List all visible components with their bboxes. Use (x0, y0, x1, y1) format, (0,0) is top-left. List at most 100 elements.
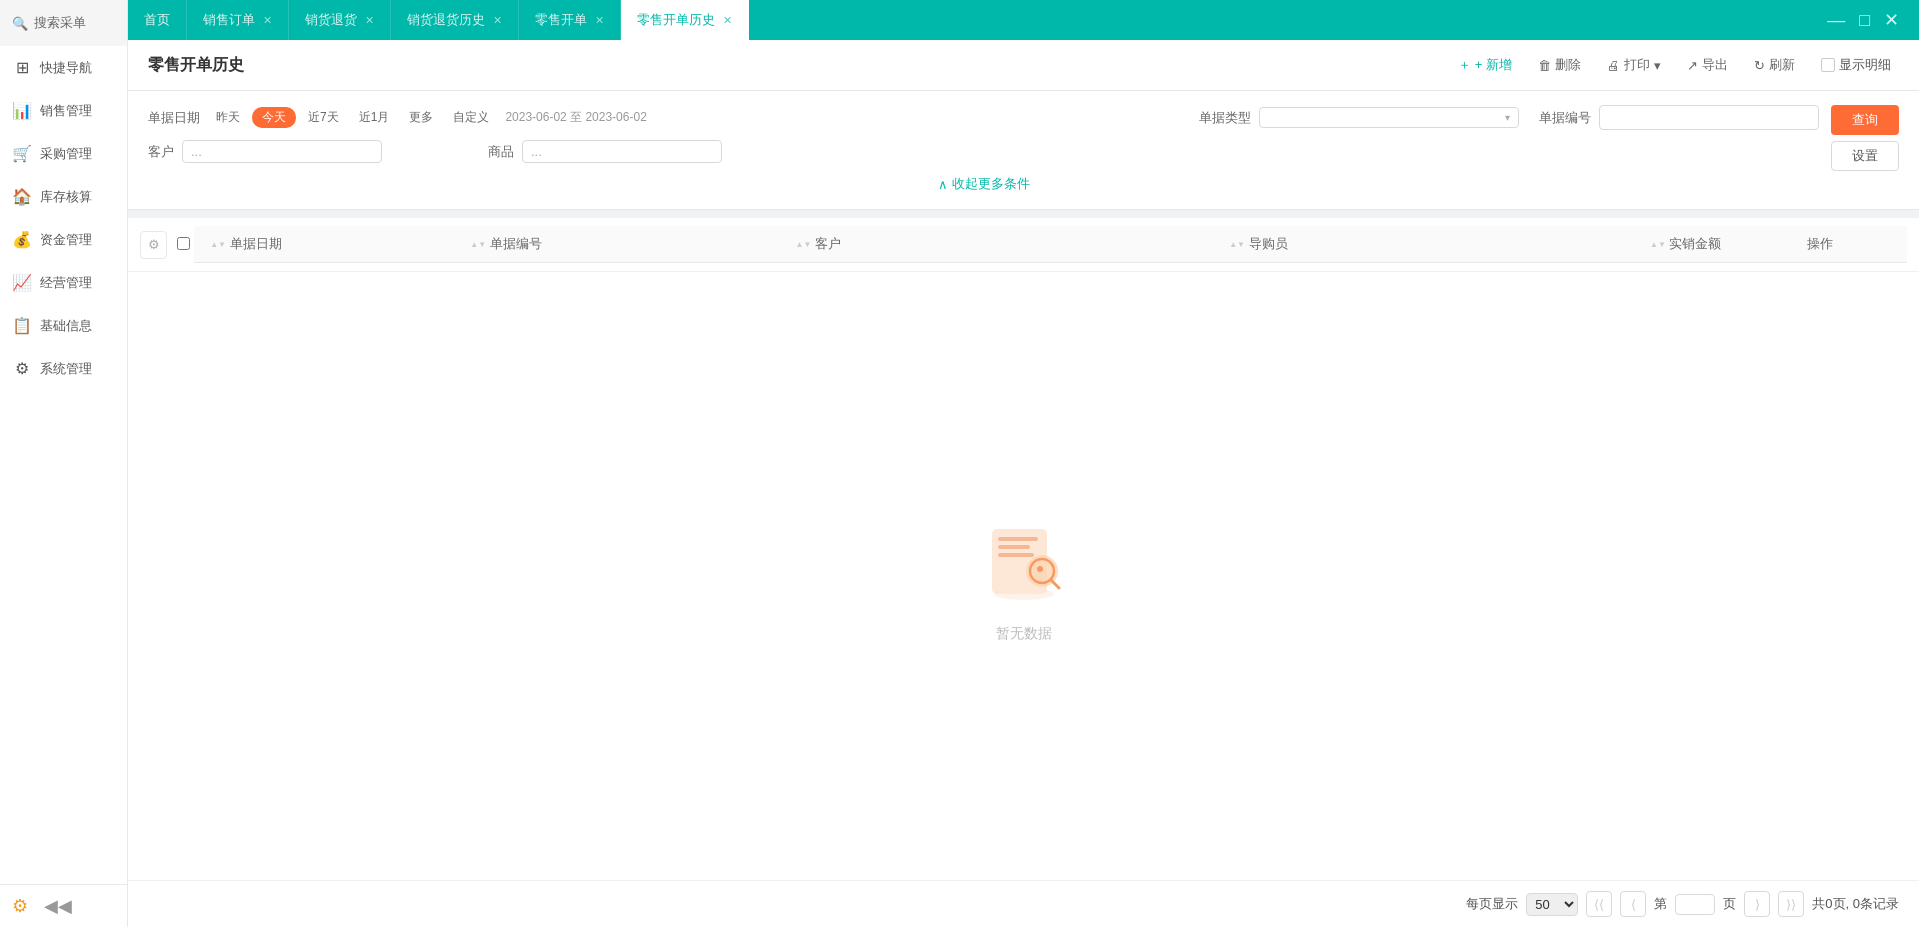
sidebar-item-purchase[interactable]: 🛒 采购管理 (0, 132, 127, 175)
settings-icon[interactable]: ⚙ (12, 895, 28, 917)
sidebar-item-basic-info[interactable]: 📋 基础信息 (0, 304, 127, 347)
filter-group-num: 单据编号 (1539, 105, 1819, 130)
main-area: 首页 销售订单 ✕ 销货退货 ✕ 销货退货历史 ✕ 零售开单 ✕ 零售开单历史 … (128, 0, 1919, 927)
export-icon: ↗ (1687, 58, 1698, 73)
tab-sales-return-hist[interactable]: 销货退货历史 ✕ (391, 0, 519, 40)
window-close-btn[interactable]: ✕ (1880, 9, 1903, 31)
num-input[interactable] (1599, 105, 1819, 130)
tab-close-icon[interactable]: ✕ (723, 14, 732, 27)
customer-filter-label: 客户 (148, 143, 174, 161)
col-customer-label: 客户 (815, 236, 841, 251)
last-page-btn[interactable]: ⟩⟩ (1778, 891, 1804, 917)
delete-label: 删除 (1555, 56, 1581, 74)
add-button[interactable]: ＋ + 新增 (1450, 52, 1520, 78)
date-pill-today[interactable]: 今天 (252, 107, 296, 128)
add-label: + 新增 (1475, 56, 1512, 74)
sidebar-item-inventory[interactable]: 🏠 库存核算 (0, 175, 127, 218)
show-detail-toggle[interactable]: 显示明细 (1813, 52, 1899, 78)
page-title: 零售开单历史 (148, 55, 244, 88)
select-all-checkbox[interactable] (177, 237, 190, 250)
tab-sales-order[interactable]: 销售订单 ✕ (187, 0, 289, 40)
empty-text: 暂无数据 (996, 625, 1052, 643)
print-button[interactable]: 🖨 打印 ▾ (1599, 52, 1669, 78)
date-pills: 昨天 今天 近7天 近1月 更多 自定义 2023-06-02 至 2023-0… (208, 107, 647, 128)
refresh-button[interactable]: ↻ 刷新 (1746, 52, 1803, 78)
sidebar-item-operations[interactable]: 📈 经营管理 (0, 261, 127, 304)
svg-line-7 (1051, 580, 1059, 588)
tab-close-icon[interactable]: ✕ (263, 14, 272, 27)
query-button[interactable]: 查询 (1831, 105, 1899, 135)
date-pill-last7[interactable]: 近7天 (300, 107, 347, 128)
num-filter-label: 单据编号 (1539, 109, 1591, 127)
sidebar-bottom: ⚙ ◀◀ (0, 884, 127, 927)
tab-label: 零售开单历史 (637, 11, 715, 29)
goods-filter-label: 商品 (488, 143, 514, 161)
sidebar-item-sales[interactable]: 📊 销售管理 (0, 89, 127, 132)
sidebar-item-system[interactable]: ⚙ 系统管理 (0, 347, 127, 390)
sidebar-item-label: 资金管理 (40, 231, 92, 249)
print-arrow-icon: ▾ (1654, 58, 1661, 73)
col-header-guide[interactable]: ▲▼ 导购员 (1213, 226, 1473, 263)
col-amount-sort-icon: ▲▼ (1650, 241, 1666, 249)
window-maximize-btn[interactable]: □ (1855, 10, 1874, 31)
first-page-btn[interactable]: ⟨⟨ (1586, 891, 1612, 917)
per-page-label: 每页显示 (1466, 895, 1518, 913)
type-select-arrow-icon: ▾ (1505, 112, 1510, 123)
col-header-num[interactable]: ▲▼ 单据编号 (454, 226, 779, 263)
total-text: 共0页, 0条记录 (1812, 895, 1899, 913)
table-settings-icon[interactable]: ⚙ (140, 231, 167, 259)
sales-icon: 📊 (12, 101, 32, 120)
search-menu-item[interactable]: 🔍 搜索采单 (0, 0, 127, 46)
col-header-amount[interactable]: ▲▼ 实销金额 (1473, 226, 1733, 263)
col-header-date[interactable]: ▲▼ 单据日期 (194, 226, 454, 263)
page-input[interactable]: 1 (1675, 894, 1715, 915)
sidebar-item-quick-nav[interactable]: ⊞ 快捷导航 (0, 46, 127, 89)
date-filter-label: 单据日期 (148, 109, 200, 127)
filter-row-2: 客户 ... 商品 ... (148, 140, 1819, 163)
content-area: 零售开单历史 ＋ + 新增 🗑 删除 🖨 打印 ▾ ↗ 导出 (128, 40, 1919, 927)
collapse-icon[interactable]: ◀◀ (44, 895, 72, 917)
page-size-select[interactable]: 20 50 100 200 (1526, 893, 1578, 916)
tab-close-icon[interactable]: ✕ (365, 14, 374, 27)
col-header-op: 操作 (1733, 226, 1907, 263)
col-num-sort-icon: ▲▼ (470, 241, 486, 249)
col-date-label: 单据日期 (230, 236, 282, 251)
show-detail-checkbox[interactable] (1821, 58, 1835, 72)
delete-button[interactable]: 🗑 删除 (1530, 52, 1589, 78)
next-page-btn[interactable]: ⟩ (1744, 891, 1770, 917)
tab-retail-open-hist[interactable]: 零售开单历史 ✕ (621, 0, 749, 40)
tab-label: 销货退货 (305, 11, 357, 29)
sidebar: 🔍 搜索采单 ⊞ 快捷导航 📊 销售管理 🛒 采购管理 🏠 库存核算 💰 资金管… (0, 0, 128, 927)
date-pill-last1m[interactable]: 近1月 (351, 107, 398, 128)
date-pill-yesterday[interactable]: 昨天 (208, 107, 248, 128)
nav-right: — □ ✕ (1823, 9, 1919, 31)
filter-group-type: 单据类型 ▾ (1199, 107, 1519, 128)
pagination: 每页显示 20 50 100 200 ⟨⟨ ⟨ 第 1 页 ⟩ ⟩⟩ 共0页, … (128, 880, 1919, 927)
date-pill-custom[interactable]: 自定义 (445, 107, 497, 128)
tab-close-icon[interactable]: ✕ (493, 14, 502, 27)
date-pill-more[interactable]: 更多 (401, 107, 441, 128)
date-range-text: 2023-06-02 至 2023-06-02 (505, 109, 646, 126)
show-detail-label: 显示明细 (1839, 56, 1891, 74)
tab-sales-return[interactable]: 销货退货 ✕ (289, 0, 391, 40)
collapse-label: 收起更多条件 (952, 175, 1030, 193)
customer-input[interactable]: ... (182, 140, 382, 163)
collapse-btn[interactable]: ∧ 收起更多条件 (926, 173, 1042, 195)
goods-input[interactable]: ... (522, 140, 722, 163)
sidebar-item-finance[interactable]: 💰 资金管理 (0, 218, 127, 261)
window-minimize-btn[interactable]: — (1823, 10, 1849, 31)
col-header-customer[interactable]: ▲▼ 客户 (780, 226, 1214, 263)
setting-button[interactable]: 设置 (1831, 141, 1899, 171)
sidebar-item-label: 快捷导航 (40, 59, 92, 77)
empty-state: 暂无数据 (128, 272, 1919, 880)
operations-icon: 📈 (12, 273, 32, 292)
tab-close-icon[interactable]: ✕ (595, 14, 604, 27)
tab-home[interactable]: 首页 (128, 0, 187, 40)
type-select[interactable]: ▾ (1259, 107, 1519, 128)
finance-icon: 💰 (12, 230, 32, 249)
prev-page-btn[interactable]: ⟨ (1620, 891, 1646, 917)
export-button[interactable]: ↗ 导出 (1679, 52, 1736, 78)
col-amount-label: 实销金额 (1669, 236, 1721, 251)
tab-retail-open[interactable]: 零售开单 ✕ (519, 0, 621, 40)
collapse-row: ∧ 收起更多条件 (148, 173, 1819, 195)
